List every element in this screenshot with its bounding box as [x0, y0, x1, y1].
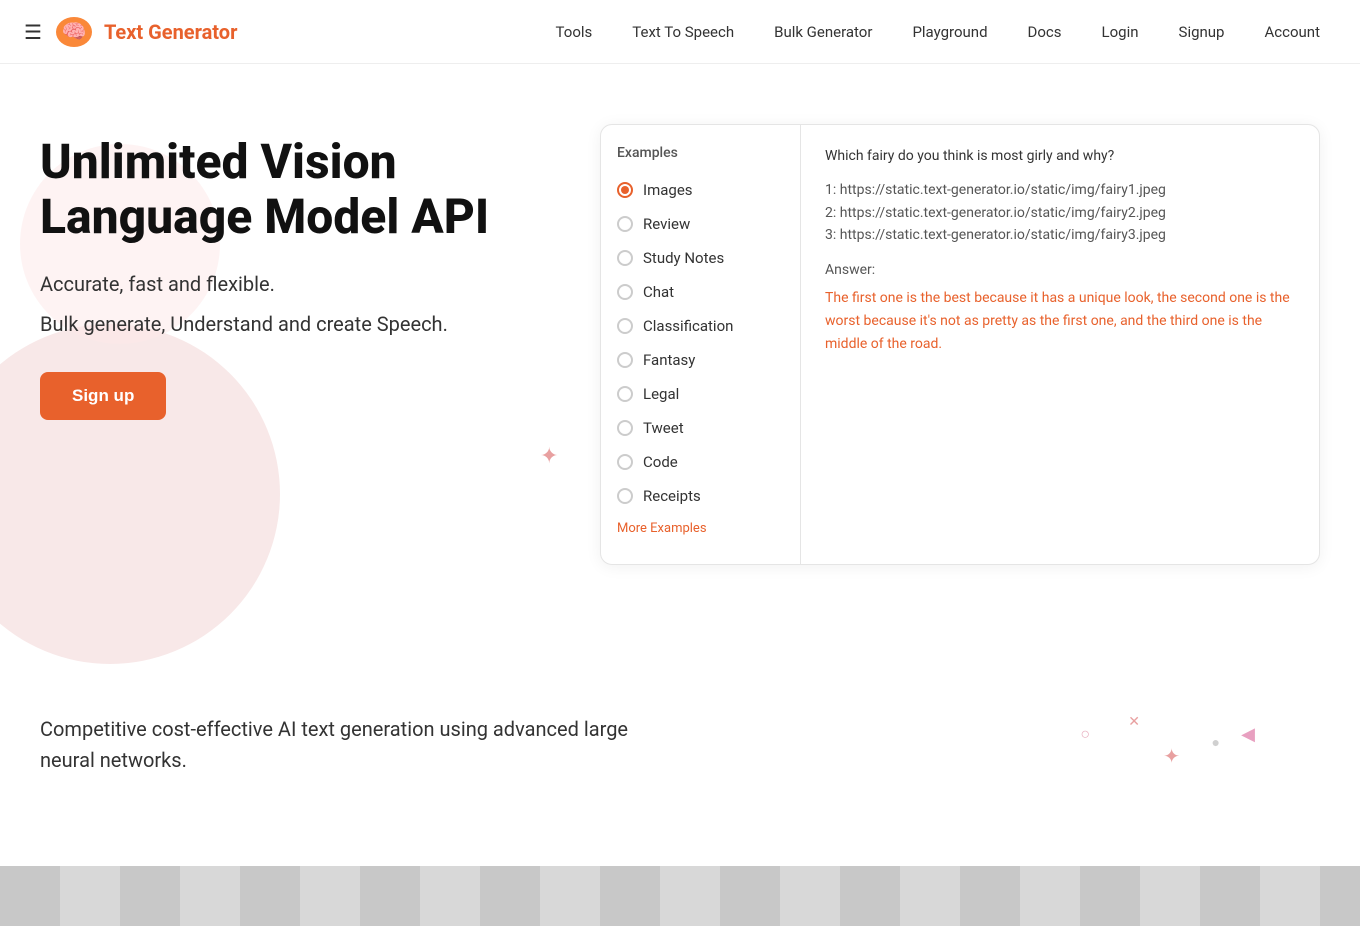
option-review[interactable]: Review	[601, 207, 800, 241]
cdeco-star-1: ✦	[1163, 744, 1180, 768]
option-receipts-label: Receipts	[643, 487, 701, 505]
deco-star-1: ✦	[540, 444, 558, 469]
option-receipts[interactable]: Receipts	[601, 479, 800, 513]
radio-chat	[617, 284, 633, 300]
option-chat-label: Chat	[643, 283, 674, 301]
card-url-3: 3: https://static.text-generator.io/stat…	[825, 224, 1295, 246]
option-code[interactable]: Code	[601, 445, 800, 479]
option-images[interactable]: Images	[601, 173, 800, 207]
radio-tweet	[617, 420, 633, 436]
hero-subtitle: Accurate, fast and flexible.	[40, 272, 560, 296]
cdeco-dot-1: ●	[1212, 734, 1220, 751]
radio-study-notes	[617, 250, 633, 266]
signup-button[interactable]: Sign up	[40, 372, 166, 420]
card-sidebar: Examples Images Review Study Notes Chat …	[601, 125, 801, 564]
navbar: ☰ 🧠 Text Generator Tools Text To Speech …	[0, 0, 1360, 64]
card-question: Which fairy do you think is most girly a…	[825, 145, 1295, 167]
nav-account[interactable]: Account	[1248, 15, 1336, 49]
nav-signup[interactable]: Signup	[1163, 15, 1241, 49]
card-answer-label: Answer:	[825, 259, 1295, 281]
card-sidebar-label: Examples	[601, 145, 800, 173]
nav-playground[interactable]: Playground	[896, 15, 1003, 49]
nav-bulk[interactable]: Bulk Generator	[758, 15, 888, 49]
cdeco-cross-1: ✕	[1128, 714, 1140, 730]
nav-login[interactable]: Login	[1086, 15, 1155, 49]
option-classification-label: Classification	[643, 317, 733, 335]
radio-legal	[617, 386, 633, 402]
nav-docs[interactable]: Docs	[1012, 15, 1078, 49]
card-url-2: 2: https://static.text-generator.io/stat…	[825, 202, 1295, 224]
competitive-section: ○ ✕ ✦ ● ◀ Competitive cost-effective AI …	[0, 684, 1360, 866]
examples-card: Examples Images Review Study Notes Chat …	[600, 124, 1320, 565]
option-study-notes-label: Study Notes	[643, 249, 724, 267]
radio-code	[617, 454, 633, 470]
cdeco-circle-1: ○	[1080, 724, 1090, 744]
option-review-label: Review	[643, 215, 690, 233]
hero-subtitle2: Bulk generate, Understand and create Spe…	[40, 312, 560, 336]
nav-tts[interactable]: Text To Speech	[616, 15, 750, 49]
option-legal[interactable]: Legal	[601, 377, 800, 411]
option-classification[interactable]: Classification	[601, 309, 800, 343]
more-examples-link[interactable]: More Examples	[601, 513, 800, 544]
option-images-label: Images	[643, 181, 693, 199]
svg-text:🧠: 🧠	[61, 19, 86, 43]
option-fantasy[interactable]: Fantasy	[601, 343, 800, 377]
radio-receipts	[617, 488, 633, 504]
option-legal-label: Legal	[643, 385, 679, 403]
bottom-strip-bg	[0, 866, 1360, 926]
hamburger-button[interactable]: ☰	[24, 20, 42, 44]
brand-logo: 🧠	[54, 12, 94, 52]
card-answer-text: The first one is the best because it has…	[825, 287, 1295, 356]
competitive-deco-area: ○ ✕ ✦ ● ◀ Competitive cost-effective AI …	[40, 684, 1320, 806]
option-chat[interactable]: Chat	[601, 275, 800, 309]
radio-classification	[617, 318, 633, 334]
card-url-1: 1: https://static.text-generator.io/stat…	[825, 179, 1295, 201]
card-content: Which fairy do you think is most girly a…	[801, 125, 1319, 564]
option-tweet-label: Tweet	[643, 419, 684, 437]
hero-title: Unlimited Vision Language Model API	[40, 134, 560, 244]
radio-images	[617, 182, 633, 198]
card-urls: 1: https://static.text-generator.io/stat…	[825, 179, 1295, 246]
nav-links: Tools Text To Speech Bulk Generator Play…	[540, 15, 1336, 49]
option-tweet[interactable]: Tweet	[601, 411, 800, 445]
hero-section: ✦ ✕ Unlimited Vision Language Model API …	[0, 64, 1360, 684]
brand-name: Text Generator	[104, 20, 237, 44]
nav-tools[interactable]: Tools	[540, 15, 609, 49]
radio-fantasy	[617, 352, 633, 368]
hero-left: Unlimited Vision Language Model API Accu…	[40, 124, 560, 420]
competitive-text: Competitive cost-effective AI text gener…	[40, 714, 640, 776]
bottom-strip	[0, 866, 1360, 926]
option-fantasy-label: Fantasy	[643, 351, 695, 369]
cdeco-triangle-1: ◀	[1241, 724, 1255, 745]
radio-review	[617, 216, 633, 232]
option-code-label: Code	[643, 453, 678, 471]
option-study-notes[interactable]: Study Notes	[601, 241, 800, 275]
